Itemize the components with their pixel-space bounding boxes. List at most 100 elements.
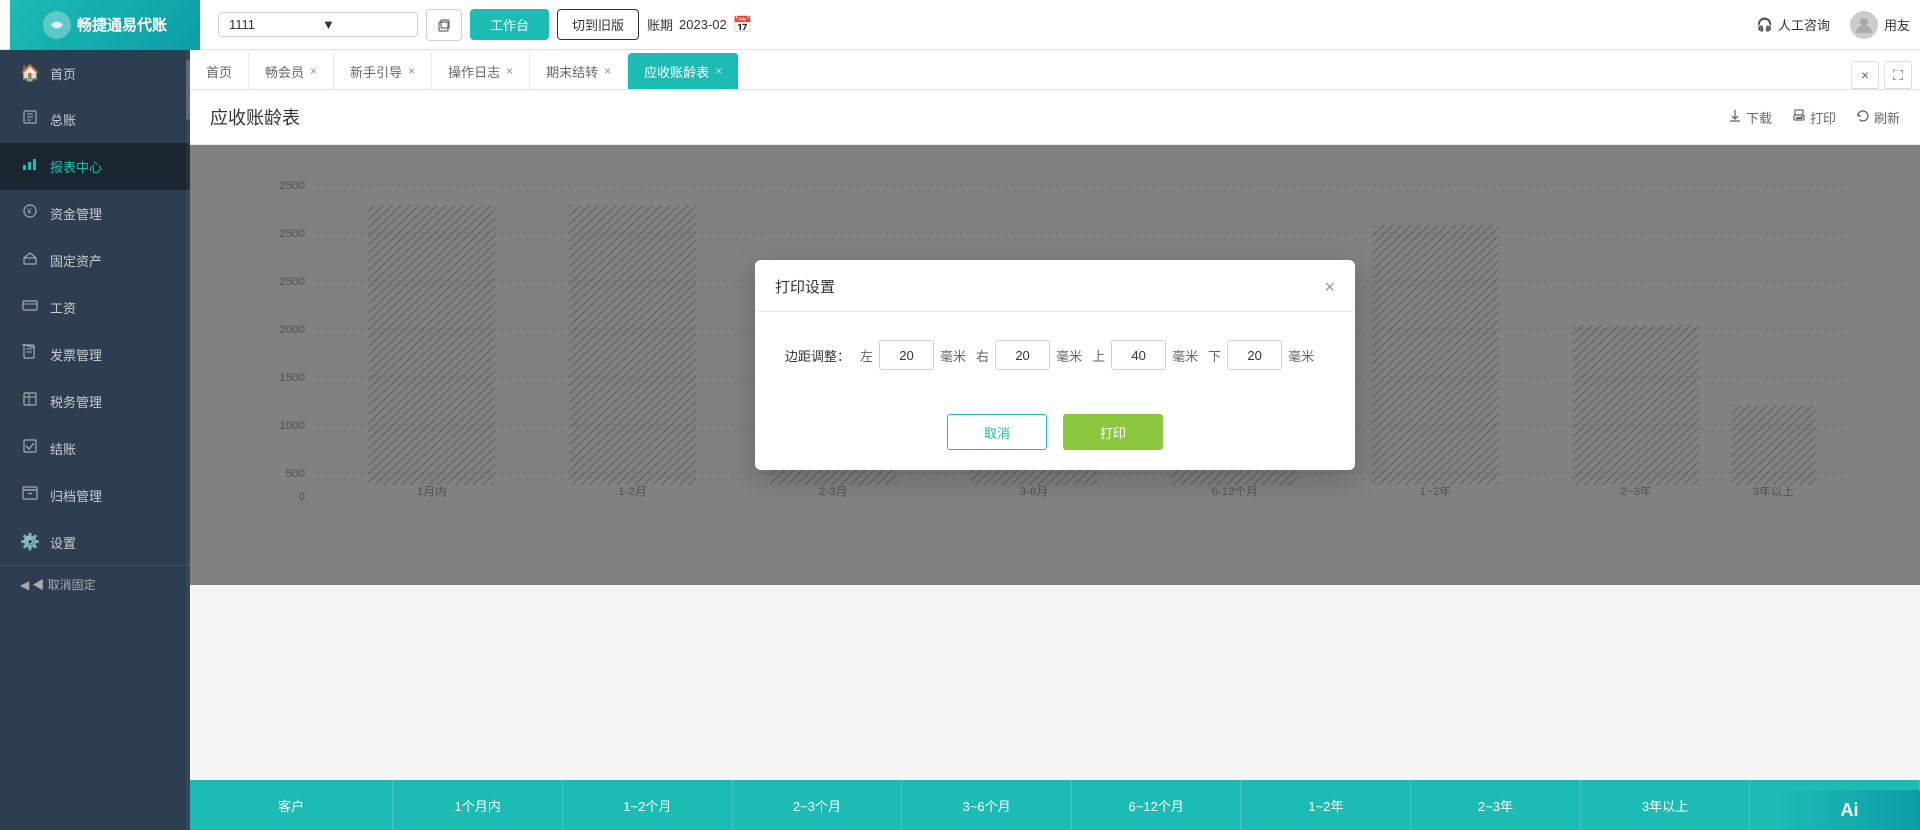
download-label: 下载 [1746, 108, 1772, 127]
switch-version-button[interactable]: 切到旧版 [557, 9, 639, 40]
left-dir-label: 左 [860, 346, 873, 365]
top-margin-input[interactable] [1111, 340, 1166, 370]
svg-text:¥: ¥ [26, 207, 32, 216]
col-2-3month: 2~3个月 [733, 780, 903, 830]
sidebar-item-settle[interactable]: 结账 [0, 425, 190, 472]
workbench-button[interactable]: 工作台 [470, 9, 549, 40]
tab-member-label: 畅会员 [265, 62, 304, 81]
consult-area[interactable]: 🎧 人工咨询 [1757, 15, 1830, 34]
consult-label: 人工咨询 [1778, 15, 1830, 34]
sidebar-item-payroll[interactable]: 工资 [0, 284, 190, 331]
sidebar-item-archive[interactable]: 归档管理 [0, 472, 190, 519]
print-button[interactable]: 打印 [1792, 108, 1836, 127]
right-unit-label: 毫米 [1056, 346, 1082, 365]
sidebar-label-tax: 税务管理 [50, 392, 102, 411]
sidebar-item-invoice[interactable]: 发票管理 [0, 331, 190, 378]
page-title: 应收账龄表 [210, 104, 300, 130]
download-icon [1728, 109, 1742, 126]
ledger-icon [20, 109, 40, 130]
ai-badge[interactable]: Ai [1779, 790, 1920, 830]
confirm-print-button[interactable]: 打印 [1063, 414, 1163, 450]
col-6-12month: 6~12个月 [1072, 780, 1242, 830]
bottom-margin-input[interactable] [1227, 340, 1282, 370]
sidebar-item-home[interactable]: 🏠 首页 [0, 50, 190, 96]
tab-home[interactable]: 首页 [190, 53, 249, 89]
tab-expand-button[interactable]: ⛶ [1884, 61, 1912, 89]
left-margin-group: 左 毫米 [860, 340, 966, 370]
logo-icon [43, 11, 71, 39]
tab-member-close[interactable]: × [310, 64, 317, 78]
sidebar-item-assets[interactable]: 固定资产 [0, 237, 190, 284]
period-value: 2023-02 [679, 17, 727, 32]
sidebar-label-payroll: 工资 [50, 298, 76, 317]
archive-icon [20, 485, 40, 506]
tab-ar-aging-close[interactable]: × [715, 64, 722, 78]
user-area[interactable]: 用友 [1850, 11, 1910, 39]
tab-period-end-close[interactable]: × [604, 64, 611, 78]
tab-guide[interactable]: 新手引导 × [334, 53, 432, 89]
modal-header: 打印设置 × [755, 260, 1355, 312]
logo: 畅捷通易代账 [10, 0, 200, 50]
sidebar-label-settle: 结账 [50, 439, 76, 458]
top-unit-label: 毫米 [1172, 346, 1198, 365]
company-name: 1111 [229, 17, 314, 32]
logo-text: 畅捷通易代账 [77, 14, 167, 35]
print-icon [1792, 109, 1806, 126]
assets-icon [20, 250, 40, 271]
invoice-icon [20, 344, 40, 365]
sidebar-item-ledger[interactable]: 总账 [0, 96, 190, 143]
page-content: 应收账龄表 下载 [190, 90, 1920, 830]
tab-period-end-label: 期末结转 [546, 62, 598, 81]
sidebar-label-assets: 固定资产 [50, 251, 102, 270]
modal-overlay: 打印设置 × 边距调整： 左 毫米 [190, 145, 1920, 585]
modal-close-button[interactable]: × [1324, 278, 1335, 296]
right-margin-input[interactable] [995, 340, 1050, 370]
sidebar: 🏠 首页 总账 报表中心 [0, 50, 190, 830]
payroll-icon [20, 297, 40, 318]
tab-home-label: 首页 [206, 62, 232, 81]
tab-bar: 首页 畅会员 × 新手引导 × 操作日志 × 期末结转 × 应收账龄表 × [190, 50, 1920, 90]
download-button[interactable]: 下载 [1728, 108, 1772, 127]
tab-close-all-button[interactable]: × [1851, 61, 1879, 89]
copy-button[interactable] [426, 9, 462, 41]
tab-guide-close[interactable]: × [408, 64, 415, 78]
print-label: 打印 [1810, 108, 1836, 127]
sidebar-label-settings: 设置 [50, 533, 76, 552]
collapse-sidebar-button[interactable]: ◀ ◀ 取消固定 [0, 565, 190, 603]
company-selector[interactable]: 1111 ▼ [218, 12, 418, 37]
tab-log-close[interactable]: × [506, 64, 513, 78]
tab-log-label: 操作日志 [448, 62, 500, 81]
top-margin-group: 上 毫米 [1092, 340, 1198, 370]
home-icon: 🏠 [20, 63, 40, 83]
ai-badge-label: Ai [1841, 800, 1859, 821]
calendar-icon[interactable]: 📅 [733, 15, 753, 35]
settings-icon: ⚙️ [20, 532, 40, 552]
user-label: 用友 [1884, 15, 1910, 34]
print-settings-dialog: 打印设置 × 边距调整： 左 毫米 [755, 260, 1355, 470]
tab-ar-aging[interactable]: 应收账龄表 × [628, 53, 739, 89]
top-dir-label: 上 [1092, 346, 1105, 365]
left-margin-input[interactable] [879, 340, 934, 370]
sidebar-item-tax[interactable]: 税务管理 [0, 378, 190, 425]
report-icon [20, 156, 40, 177]
cancel-button[interactable]: 取消 [947, 414, 1047, 450]
table-header-row: 客户 1个月内 1~2个月 2~3个月 3~6个月 6~12个月 [190, 780, 1920, 830]
bottom-margin-group: 下 毫米 [1208, 340, 1314, 370]
modal-footer: 取消 打印 [755, 398, 1355, 470]
sidebar-label-invoice: 发票管理 [50, 345, 102, 364]
sidebar-item-report[interactable]: 报表中心 [0, 143, 190, 190]
tab-guide-label: 新手引导 [350, 62, 402, 81]
left-unit-label: 毫米 [940, 346, 966, 365]
tab-log[interactable]: 操作日志 × [432, 53, 530, 89]
refresh-button[interactable]: 刷新 [1856, 108, 1900, 127]
sidebar-label-home: 首页 [50, 64, 76, 83]
sidebar-item-settings[interactable]: ⚙️ 设置 [0, 519, 190, 565]
col-1month: 1个月内 [393, 780, 563, 830]
sidebar-item-cash[interactable]: ¥ 资金管理 [0, 190, 190, 237]
headset-icon: 🎧 [1757, 17, 1773, 33]
tab-ar-aging-label: 应收账龄表 [644, 62, 709, 81]
refresh-label: 刷新 [1874, 108, 1900, 127]
tab-member[interactable]: 畅会员 × [249, 53, 334, 89]
tab-period-end[interactable]: 期末结转 × [530, 53, 628, 89]
refresh-icon [1856, 109, 1870, 126]
